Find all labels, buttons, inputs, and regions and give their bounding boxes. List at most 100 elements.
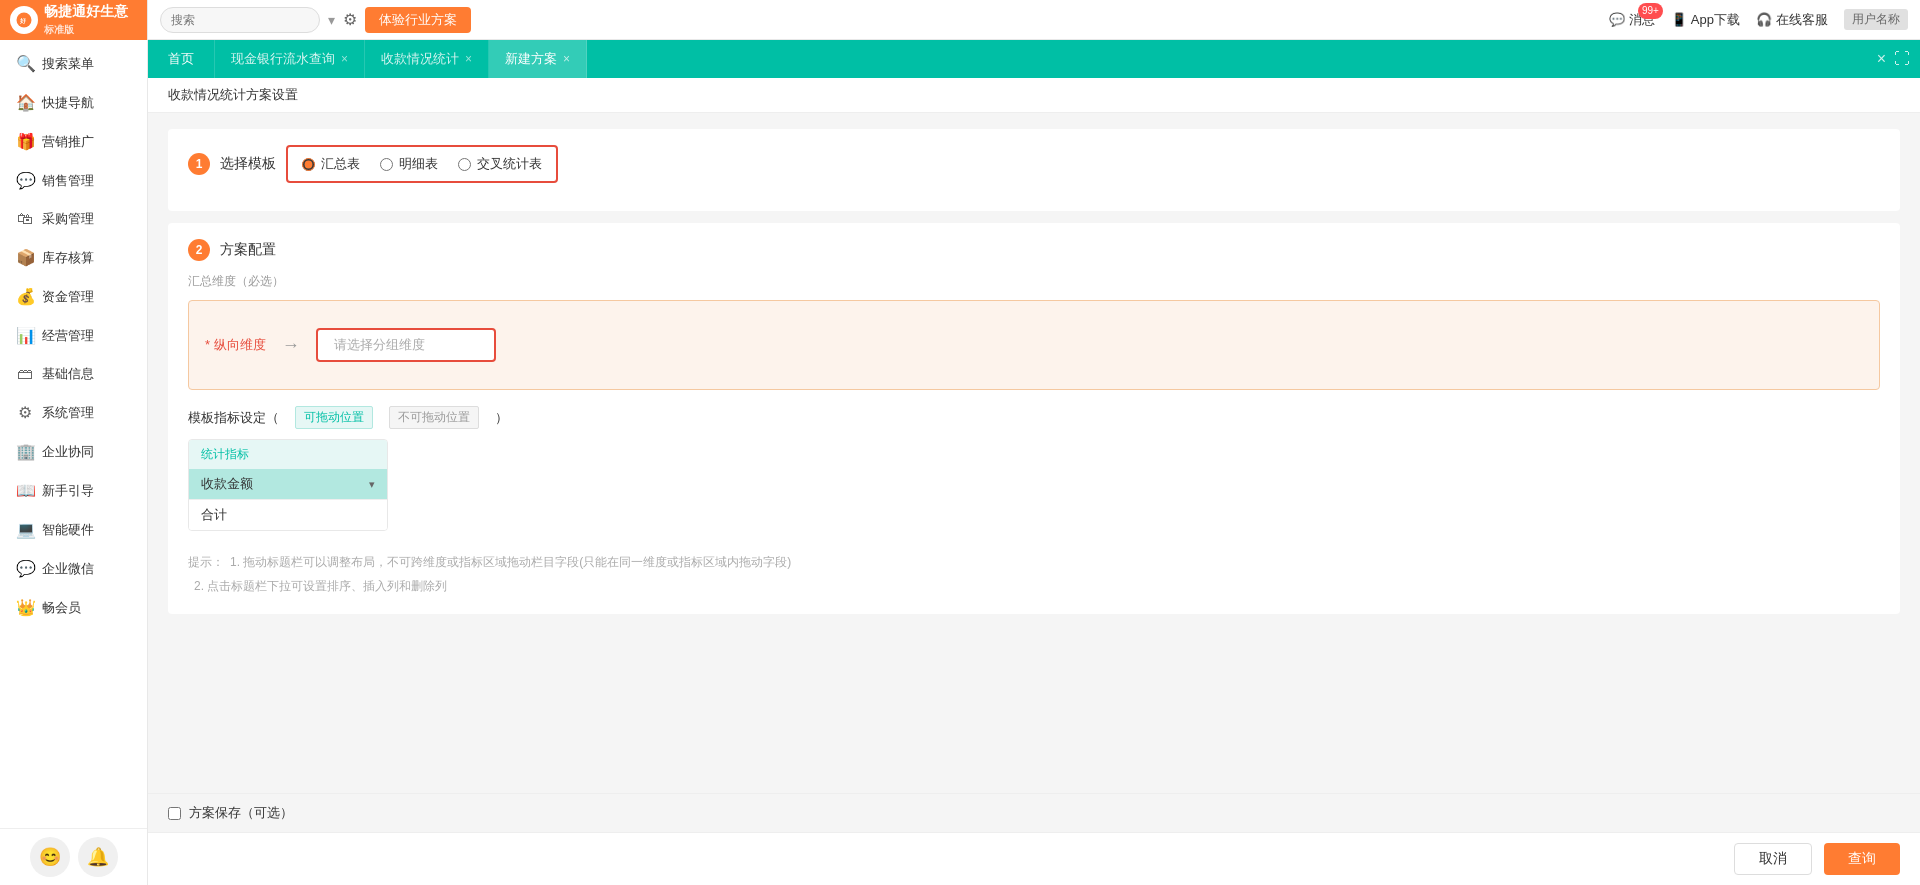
column-chevron-icon[interactable]: ▾	[369, 478, 375, 491]
sidebar-item-enterprise[interactable]: 🏢 企业协同	[0, 432, 147, 471]
message-badge: 99+	[1638, 3, 1663, 19]
dimension-select-placeholder: 请选择分组维度	[334, 337, 425, 352]
enterprise-icon: 🏢	[16, 442, 34, 461]
new-plan-tab-label: 新建方案	[505, 50, 557, 68]
new-plan-close-icon[interactable]: ×	[563, 52, 570, 66]
radio-summary-input[interactable]	[302, 158, 315, 171]
message-btn[interactable]: 💬 消息 99+	[1609, 11, 1655, 29]
draggable-tag: 可拖动位置	[295, 406, 373, 429]
collection-stats-close-icon[interactable]: ×	[465, 52, 472, 66]
sidebar-item-operation[interactable]: 📊 经营管理	[0, 316, 147, 355]
tab-close-all-icon[interactable]: ×	[1877, 50, 1886, 68]
sidebar-bottom-btn-2[interactable]: 🔔	[78, 837, 118, 877]
finance-icon: 💰	[16, 287, 34, 306]
save-label: 方案保存（可选）	[189, 804, 293, 822]
step1-badge: 1	[188, 153, 210, 175]
sidebar-item-quick-nav[interactable]: 🏠 快捷导航	[0, 83, 147, 122]
cash-bank-close-icon[interactable]: ×	[341, 52, 348, 66]
tab-collection-stats[interactable]: 收款情况统计 ×	[365, 40, 489, 78]
sidebar-item-label: 基础信息	[42, 365, 94, 383]
sidebar-item-guide[interactable]: 📖 新手引导	[0, 471, 147, 510]
stats-table-header: 统计指标	[189, 440, 387, 469]
radio-summary[interactable]: 汇总表	[302, 155, 360, 173]
tip2-text: 2. 点击标题栏下拉可设置排序、插入列和删除列	[194, 574, 447, 598]
tip1: 提示： 1. 拖动标题栏可以调整布局，不可跨维度或指标区域拖动栏目字段(只能在同…	[188, 550, 1880, 574]
radio-detail-input[interactable]	[380, 158, 393, 171]
non-draggable-tag: 不可拖动位置	[389, 406, 479, 429]
tab-maximize-icon[interactable]: ⛶	[1894, 50, 1910, 68]
save-checkbox[interactable]	[168, 807, 181, 820]
step2-title: 方案配置	[220, 241, 276, 259]
sidebar-bottom-btn-1[interactable]: 😊	[30, 837, 70, 877]
sidebar-item-purchase[interactable]: 🛍 采购管理	[0, 200, 147, 238]
step1-header: 1 选择模板 汇总表 明细表 交叉统计表	[188, 145, 1880, 183]
radio-cross[interactable]: 交叉统计表	[458, 155, 542, 173]
sidebar-item-marketing[interactable]: 🎁 营销推广	[0, 122, 147, 161]
radio-detail[interactable]: 明细表	[380, 155, 438, 173]
logo-icon: 好	[10, 6, 38, 34]
sidebar-item-label: 经营管理	[42, 327, 94, 345]
app-edition: 标准版	[44, 23, 128, 37]
dimension-area: * 纵向维度 → 请选择分组维度	[188, 300, 1880, 390]
svg-text:好: 好	[19, 18, 27, 24]
radio-cross-label: 交叉统计表	[477, 155, 542, 173]
breadcrumb-text: 收款情况统计方案设置	[168, 87, 298, 102]
stats-table-data-row: 合计	[189, 499, 387, 530]
sidebar-item-label: 库存核算	[42, 249, 94, 267]
metrics-config: 模板指标设定（可拖动位置不可拖动位置） 统计指标 收款金额 ▾ 合计	[188, 406, 1880, 534]
online-service-label: 在线客服	[1776, 11, 1828, 29]
sidebar-item-hardware[interactable]: 💻 智能硬件	[0, 510, 147, 549]
sidebar-item-wechat[interactable]: 💬 企业微信	[0, 549, 147, 588]
tab-home[interactable]: 首页	[148, 40, 215, 78]
dimension-label-text: 汇总维度（必选）	[188, 274, 284, 288]
sidebar-item-label: 资金管理	[42, 288, 94, 306]
inventory-icon: 📦	[16, 248, 34, 267]
online-service-btn[interactable]: 🎧 在线客服	[1756, 11, 1828, 29]
app-download-icon: 📱	[1671, 12, 1687, 27]
sidebar-item-inventory[interactable]: 📦 库存核算	[0, 238, 147, 277]
save-row: 方案保存（可选）	[148, 793, 1920, 832]
step2-badge: 2	[188, 239, 210, 261]
dimension-select-box[interactable]: 请选择分组维度	[316, 328, 496, 362]
sales-icon: 💬	[16, 171, 34, 190]
sidebar-item-label: 搜索菜单	[42, 55, 94, 73]
sidebar-item-label: 营销推广	[42, 133, 94, 151]
tip2: 2. 点击标题栏下拉可设置排序、插入列和删除列	[188, 574, 1880, 598]
message-icon: 💬	[1609, 12, 1625, 27]
sidebar-item-finance[interactable]: 💰 资金管理	[0, 277, 147, 316]
logo: 好 畅捷通好生意 标准版	[0, 0, 147, 40]
search-input[interactable]	[160, 7, 320, 33]
sidebar-item-label: 企业协同	[42, 443, 94, 461]
hardware-icon: 💻	[16, 520, 34, 539]
arrow-icon: →	[282, 335, 300, 356]
cancel-button[interactable]: 取消	[1734, 843, 1812, 875]
tab-cash-bank[interactable]: 现金银行流水查询 ×	[215, 40, 365, 78]
step2-header: 2 方案配置	[188, 239, 1880, 261]
sidebar-item-label: 企业微信	[42, 560, 94, 578]
radio-cross-input[interactable]	[458, 158, 471, 171]
trial-btn[interactable]: 体验行业方案	[365, 7, 471, 33]
radio-detail-label: 明细表	[399, 155, 438, 173]
dimension-row: * 纵向维度 → 请选择分组维度	[205, 328, 1863, 362]
sidebar-item-system[interactable]: ⚙ 系统管理	[0, 393, 147, 432]
stats-table-column-row[interactable]: 收款金额 ▾	[189, 469, 387, 499]
guide-icon: 📖	[16, 481, 34, 500]
app-download-btn[interactable]: 📱 App下载	[1671, 11, 1740, 29]
member-icon: 👑	[16, 598, 34, 617]
footer: 取消 查询	[148, 832, 1920, 885]
settings-icon[interactable]: ⚙	[343, 10, 357, 29]
home-tab-label: 首页	[168, 50, 194, 68]
tab-new-plan[interactable]: 新建方案 ×	[489, 40, 587, 78]
stats-table: 统计指标 收款金额 ▾ 合计	[188, 439, 388, 531]
sidebar-item-sales[interactable]: 💬 销售管理	[0, 161, 147, 200]
user-name[interactable]: 用户名称	[1844, 9, 1908, 30]
sidebar-item-basic[interactable]: 🗃 基础信息	[0, 355, 147, 393]
tab-bar-right: × ⛶	[1867, 40, 1920, 78]
sidebar-item-member[interactable]: 👑 畅会员	[0, 588, 147, 627]
search-dropdown-icon[interactable]: ▾	[328, 12, 335, 28]
collection-stats-tab-label: 收款情况统计	[381, 50, 459, 68]
system-icon: ⚙	[16, 403, 34, 422]
query-button[interactable]: 查询	[1824, 843, 1900, 875]
sidebar-item-search-menu[interactable]: 🔍 搜索菜单	[0, 44, 147, 83]
metrics-label-suffix: ）	[495, 409, 508, 427]
